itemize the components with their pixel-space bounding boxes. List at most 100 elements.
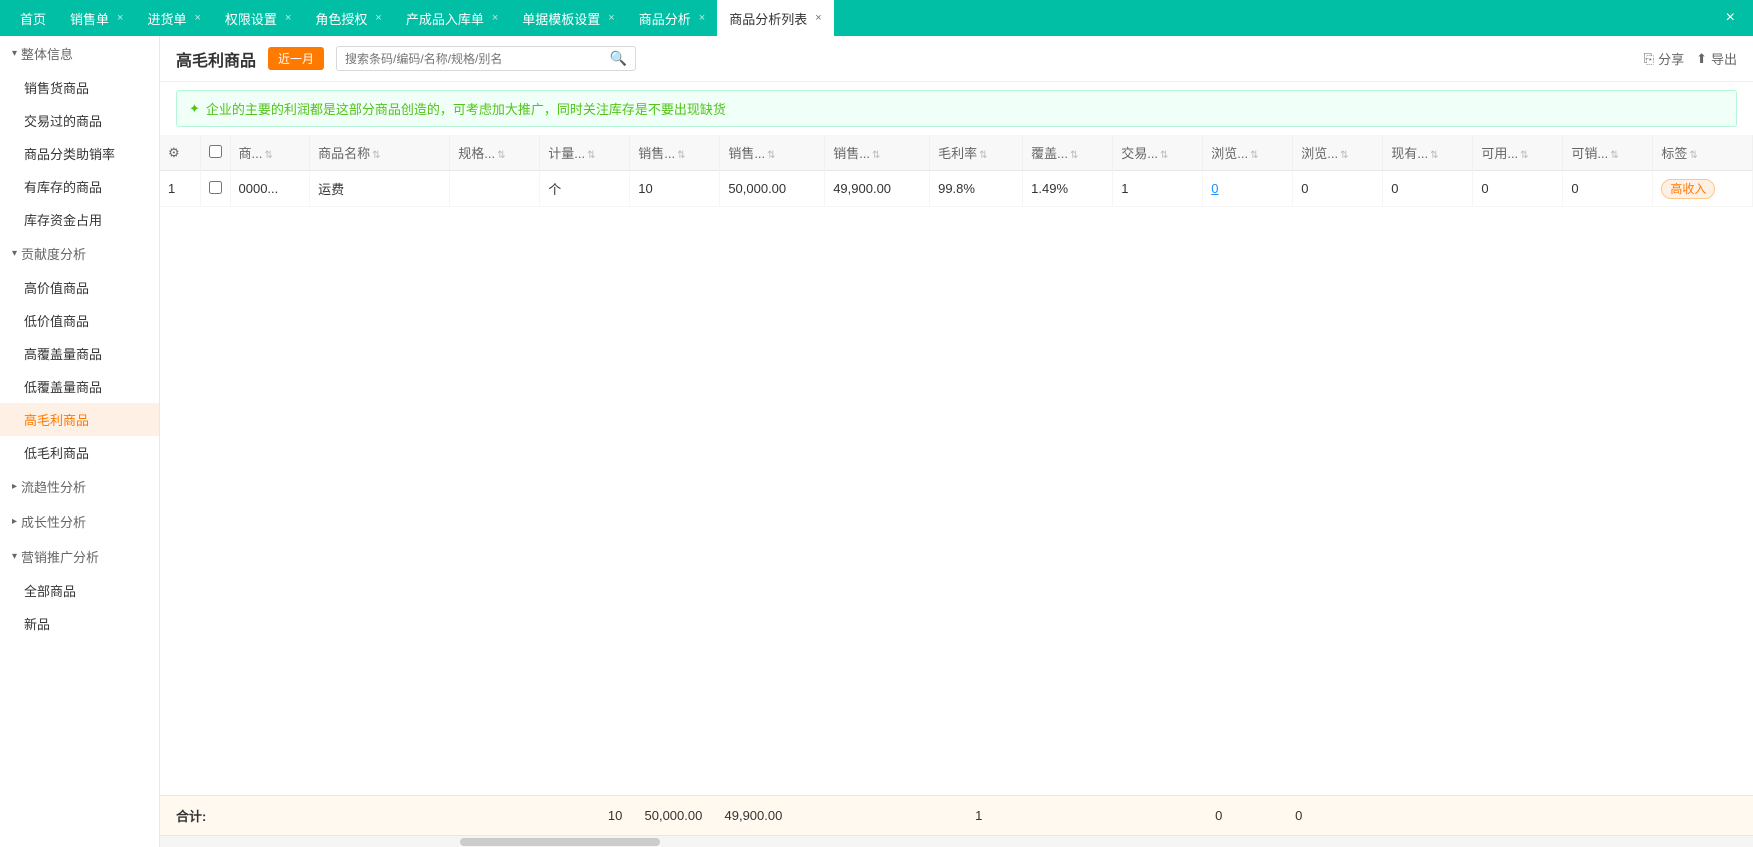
- close-product-analysis-list[interactable]: ×: [815, 12, 821, 24]
- col-gross-margin[interactable]: 毛利率⇅: [930, 135, 1023, 171]
- col-unit[interactable]: 计量...⇅: [540, 135, 630, 171]
- sidebar-collapse-button[interactable]: «: [159, 50, 160, 78]
- cell-checkbox[interactable]: [200, 171, 230, 207]
- search-icon[interactable]: 🔍: [610, 50, 627, 67]
- col-spec[interactable]: 规格...⇅: [450, 135, 540, 171]
- nav-permissions[interactable]: 权限设置 ×: [213, 0, 303, 36]
- col-sales-profit[interactable]: 销售...⇅: [825, 135, 930, 171]
- sort-icon-sales-profit: ⇅: [872, 150, 880, 161]
- share-button[interactable]: ⎘ 分享: [1644, 49, 1684, 68]
- share-icon: ⎘: [1644, 51, 1654, 67]
- footer-transaction: 1: [910, 808, 990, 823]
- sidebar-section-wealth-analysis[interactable]: ▾ 贡献度分析: [0, 236, 159, 271]
- close-template-settings[interactable]: ×: [608, 12, 614, 24]
- col-name[interactable]: 商品名称⇅: [310, 135, 450, 171]
- sort-icon-code: ⇅: [264, 150, 272, 161]
- nav-role-permissions[interactable]: 角色授权 ×: [303, 0, 393, 36]
- col-browse2[interactable]: 浏览...⇅: [1293, 135, 1383, 171]
- nav-sales-order[interactable]: 销售单 ×: [58, 0, 135, 36]
- time-filter-button[interactable]: 近一月: [268, 47, 324, 70]
- col-coverage[interactable]: 覆盖...⇅: [1023, 135, 1113, 171]
- sidebar-section-overall-info[interactable]: ▾ 整体信息: [0, 36, 159, 71]
- tag-badge: 高收入: [1661, 179, 1715, 199]
- cell-available2: 0: [1473, 171, 1563, 207]
- cell-num: 1: [160, 171, 200, 207]
- sort-icon-sales-qty: ⇅: [677, 150, 685, 161]
- header-actions: ⎘ 分享 ⬆ 导出: [1644, 49, 1737, 68]
- sidebar-item-goods-analysis[interactable]: 商品分类助销率: [0, 137, 159, 170]
- close-purchase-order[interactable]: ×: [194, 12, 200, 24]
- sidebar-item-low-margin-goods[interactable]: 低毛利商品: [0, 436, 159, 469]
- col-available2[interactable]: 可用...⇅: [1473, 135, 1563, 171]
- nav-template-settings[interactable]: 单据模板设置 ×: [510, 0, 626, 36]
- scrollbar-thumb[interactable]: [460, 838, 660, 846]
- horizontal-scrollbar[interactable]: [160, 835, 1753, 847]
- arrow-down-icon-2: ▾: [12, 248, 17, 259]
- footer-sales-qty: 10: [550, 808, 630, 823]
- col-checkbox[interactable]: [200, 135, 230, 171]
- sidebar-section-trend-analysis[interactable]: ▸ 流趋性分析: [0, 469, 159, 504]
- nav-product-analysis[interactable]: 商品分析 ×: [627, 0, 717, 36]
- nav-product-entry[interactable]: 产成品入库单 ×: [394, 0, 510, 36]
- nav-home[interactable]: 首页: [8, 0, 58, 36]
- export-button[interactable]: ⬆ 导出: [1696, 49, 1737, 68]
- sidebar-item-high-freq-goods[interactable]: 高覆盖量商品: [0, 337, 159, 370]
- sidebar-item-low-value-goods[interactable]: 低价值商品: [0, 304, 159, 337]
- nav-purchase-order[interactable]: 进货单 ×: [135, 0, 212, 36]
- cell-available1: 0: [1383, 171, 1473, 207]
- cell-coverage: 1.49%: [1023, 171, 1113, 207]
- sidebar-item-stock-capital[interactable]: 库存资金占用: [0, 203, 159, 236]
- select-all-checkbox[interactable]: [209, 145, 222, 158]
- sort-icon-available1: ⇅: [1430, 150, 1438, 161]
- window-close-button[interactable]: ×: [1716, 9, 1745, 27]
- cell-gross-margin: 99.8%: [930, 171, 1023, 207]
- search-input[interactable]: [345, 52, 610, 66]
- cell-browse2: 0: [1293, 171, 1383, 207]
- col-browse1[interactable]: 浏览...⇅: [1203, 135, 1293, 171]
- sidebar-item-traded-goods[interactable]: 交易过的商品: [0, 104, 159, 137]
- content-header: 高毛利商品 近一月 🔍 ⎘ 分享 ⬆ 导出: [160, 36, 1753, 82]
- row-checkbox[interactable]: [209, 181, 222, 194]
- footer-label: 合计:: [176, 806, 206, 825]
- sidebar-item-in-stock-goods[interactable]: 有库存的商品: [0, 170, 159, 203]
- table-wrap[interactable]: ⚙ 商...⇅ 商品名称⇅ 规格...⇅ 计量...⇅ 销售...⇅ 销售...…: [160, 135, 1753, 795]
- sort-icon-transaction: ⇅: [1160, 150, 1168, 161]
- footer-available2: 0: [1230, 808, 1310, 823]
- cell-code: 0000...: [230, 171, 310, 207]
- sort-icon-gross-margin: ⇅: [979, 150, 987, 161]
- col-code[interactable]: 商...⇅: [230, 135, 310, 171]
- nav-product-analysis-list[interactable]: 商品分析列表 ×: [717, 0, 833, 36]
- sidebar-section-marketing-analysis[interactable]: ▾ 营销推广分析: [0, 539, 159, 574]
- content-area: 高毛利商品 近一月 🔍 ⎘ 分享 ⬆ 导出 ✦ 企业的主要的利润都是这部分商品创…: [160, 36, 1753, 847]
- sort-icon-name: ⇅: [372, 150, 380, 161]
- search-wrap: 🔍: [336, 46, 636, 71]
- col-saleable[interactable]: 可销...⇅: [1563, 135, 1653, 171]
- sidebar-item-new-goods[interactable]: 新品: [0, 607, 159, 640]
- col-sales-amount[interactable]: 销售...⇅: [720, 135, 825, 171]
- footer-available1: 0: [1150, 808, 1230, 823]
- cell-saleable: 0: [1563, 171, 1653, 207]
- close-product-entry[interactable]: ×: [492, 12, 498, 24]
- sidebar-item-high-value-goods[interactable]: 高价值商品: [0, 271, 159, 304]
- col-tag[interactable]: 标签⇅: [1653, 135, 1753, 171]
- close-permissions[interactable]: ×: [285, 12, 291, 24]
- col-available1[interactable]: 现有...⇅: [1383, 135, 1473, 171]
- close-role-permissions[interactable]: ×: [375, 12, 381, 24]
- col-transaction[interactable]: 交易...⇅: [1113, 135, 1203, 171]
- col-sales-qty[interactable]: 销售...⇅: [630, 135, 720, 171]
- sidebar-item-high-margin-goods[interactable]: 高毛利商品: [0, 403, 159, 436]
- close-product-analysis[interactable]: ×: [699, 12, 705, 24]
- sidebar-item-low-freq-goods[interactable]: 低覆盖量商品: [0, 370, 159, 403]
- sidebar-item-sales-goods[interactable]: 销售货商品: [0, 71, 159, 104]
- sort-icon-sales-amount: ⇅: [767, 150, 775, 161]
- table-row: 1 0000... 运费 个 10 50,000.00 49,900.00 99…: [160, 171, 1753, 207]
- col-settings[interactable]: ⚙: [160, 135, 200, 171]
- sidebar-section-growth-analysis[interactable]: ▸ 成长性分析: [0, 504, 159, 539]
- sidebar-item-all-goods[interactable]: 全部商品: [0, 574, 159, 607]
- cell-unit: 个: [540, 171, 630, 207]
- sort-icon-spec: ⇅: [497, 150, 505, 161]
- close-sales-order[interactable]: ×: [117, 12, 123, 24]
- settings-icon[interactable]: ⚙: [168, 145, 180, 160]
- sort-icon-saleable: ⇅: [1610, 150, 1618, 161]
- cell-browse1[interactable]: 0: [1203, 171, 1293, 207]
